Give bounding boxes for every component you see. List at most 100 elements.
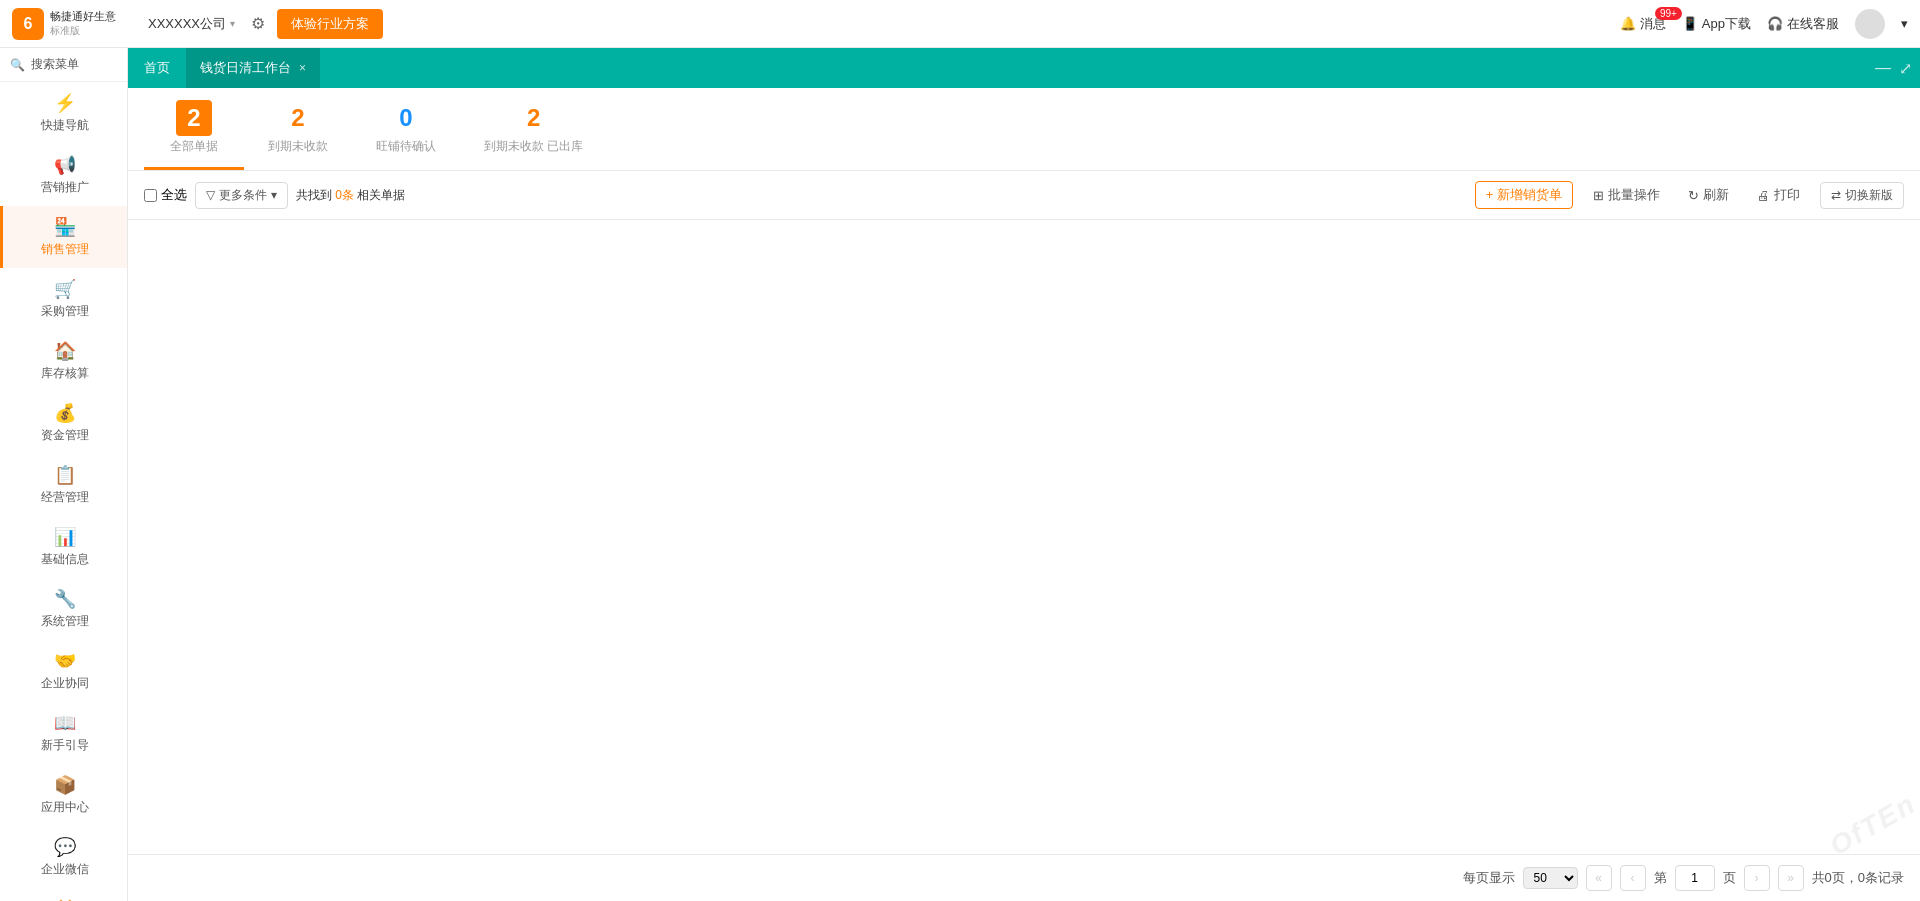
print-label: 打印 xyxy=(1774,186,1800,204)
refresh-button[interactable]: ↻ 刷新 xyxy=(1680,182,1737,208)
username[interactable]: ▾ xyxy=(1901,16,1908,31)
stat-tab-all[interactable]: 2 全部单据 xyxy=(144,88,244,170)
sidebar-item-operations[interactable]: 📋 经营管理 xyxy=(0,454,127,516)
stat-label-overdue: 到期未收款 xyxy=(268,138,328,155)
filter-button[interactable]: ▽ 更多条件 ▾ xyxy=(195,182,288,209)
select-all-checkbox[interactable]: 全选 xyxy=(144,186,187,204)
sidebar-label-basic-info: 基础信息 xyxy=(41,551,89,568)
app-download-label: App下载 xyxy=(1702,15,1751,33)
last-page-button[interactable]: » xyxy=(1778,865,1804,891)
chevron-down-icon: ▾ xyxy=(271,188,277,202)
stat-tab-overdue-shipped[interactable]: 2 到期未收款 已出库 xyxy=(460,88,607,170)
search-menu-label: 搜索菜单 xyxy=(31,56,79,73)
batch-operation-button[interactable]: ⊞ 批量操作 xyxy=(1585,182,1668,208)
page-number-input[interactable] xyxy=(1675,865,1715,891)
per-page-label: 每页显示 xyxy=(1463,869,1515,887)
search-icon: 🔍 xyxy=(10,58,25,72)
headset-icon: 🎧 xyxy=(1767,16,1783,31)
tab-current[interactable]: 钱货日清工作台 × xyxy=(186,48,320,88)
sidebar-label-finance: 资金管理 xyxy=(41,427,89,444)
cooperation-icon: 🤝 xyxy=(54,650,76,672)
sidebar-label-app-center: 应用中心 xyxy=(41,799,89,816)
prev-page-icon: ‹ xyxy=(1631,871,1635,885)
next-page-icon: › xyxy=(1755,871,1759,885)
sidebar-item-basic-info[interactable]: 📊 基础信息 xyxy=(0,516,127,578)
toolbar: 全选 ▽ 更多条件 ▾ 共找到 0条 相关单据 + 新增销货单 xyxy=(128,171,1920,220)
online-service-button[interactable]: 🎧 在线客服 xyxy=(1767,15,1839,33)
page-label: 第 xyxy=(1654,869,1667,887)
select-all-input[interactable] xyxy=(144,189,157,202)
stat-num-overdue: 2 xyxy=(280,100,316,136)
stat-num-overdue-shipped: 2 xyxy=(516,100,552,136)
sidebar-label-newbie: 新手引导 xyxy=(41,737,89,754)
tab-close-icon[interactable]: × xyxy=(299,61,306,75)
sidebar-label-corp-wechat: 企业微信 xyxy=(41,861,89,878)
sidebar-item-corp-wechat[interactable]: 💬 企业微信 xyxy=(0,826,127,888)
company-selector[interactable]: XXXXXX公司 ▾ xyxy=(148,15,239,33)
sidebar-label-operations: 经营管理 xyxy=(41,489,89,506)
stat-label-overdue-shipped: 到期未收款 已出库 xyxy=(484,138,583,155)
window-maximize-button[interactable]: ⤢ xyxy=(1899,59,1912,78)
tab-bar-actions: — ⤢ xyxy=(1875,59,1920,78)
app-download-button[interactable]: 📱 App下载 xyxy=(1682,15,1751,33)
corp-wechat-icon: 💬 xyxy=(54,836,76,858)
stat-label-all: 全部单据 xyxy=(170,138,218,155)
phone-icon: 📱 xyxy=(1682,16,1698,31)
message-badge: 99+ xyxy=(1655,7,1682,20)
sidebar-item-cooperation[interactable]: 🤝 企业协同 xyxy=(0,640,127,702)
sales-icon: 🏪 xyxy=(54,216,76,238)
header: 6 畅捷通好生意 标准版 XXXXXX公司 ▾ ⚙ 体验行业方案 🔔 消息 99… xyxy=(0,0,1920,48)
basic-info-icon: 📊 xyxy=(54,526,76,548)
add-sales-order-button[interactable]: + 新增销货单 xyxy=(1475,181,1573,209)
sidebar-item-inventory[interactable]: 🏠 库存核算 xyxy=(0,330,127,392)
sidebar: 🔍 搜索菜单 ⚡ 快捷导航 📢 营销推广 🏪 销售管理 🛒 采购管理 🏠 库存核… xyxy=(0,48,128,901)
table-area xyxy=(128,220,1920,854)
message-button[interactable]: 🔔 消息 99+ xyxy=(1620,15,1666,33)
sidebar-item-quick-nav[interactable]: ⚡ 快捷导航 xyxy=(0,82,127,144)
sidebar-item-app-center[interactable]: 📦 应用中心 xyxy=(0,764,127,826)
sidebar-item-sales[interactable]: 🏪 销售管理 xyxy=(0,206,127,268)
switch-version-button[interactable]: ⇄ 切换新版 xyxy=(1820,182,1904,209)
next-page-button[interactable]: › xyxy=(1744,865,1770,891)
pagination: 每页显示 50 100 200 « ‹ 第 页 › xyxy=(128,854,1920,901)
stat-label-wangpu: 旺铺待确认 xyxy=(376,138,436,155)
sidebar-item-marketing[interactable]: 📢 营销推广 xyxy=(0,144,127,206)
toolbar-left: 全选 ▽ 更多条件 ▾ 共找到 0条 相关单据 xyxy=(144,182,405,209)
first-page-button[interactable]: « xyxy=(1586,865,1612,891)
stat-num-all: 2 xyxy=(176,100,212,136)
found-count: 0条 xyxy=(335,188,354,202)
print-button[interactable]: 🖨 打印 xyxy=(1749,182,1808,208)
sidebar-item-system[interactable]: 🔧 系统管理 xyxy=(0,578,127,640)
settings-icon[interactable]: ⚙ xyxy=(251,14,265,33)
bell-icon: 🔔 xyxy=(1620,16,1636,31)
header-right: 🔔 消息 99+ 📱 App下载 🎧 在线客服 ▾ xyxy=(1620,9,1908,39)
logo-icon: 6 xyxy=(12,8,44,40)
toolbar-right: + 新增销货单 ⊞ 批量操作 ↻ 刷新 🖨 打印 ⇄ xyxy=(1475,181,1904,209)
app-name: 畅捷通好生意 xyxy=(50,9,116,23)
refresh-label: 刷新 xyxy=(1703,186,1729,204)
sidebar-search[interactable]: 🔍 搜索菜单 xyxy=(0,48,127,82)
batch-label: 批量操作 xyxy=(1608,186,1660,204)
filter-label: 更多条件 xyxy=(219,187,267,204)
sidebar-item-member[interactable]: 👑 畅会员 xyxy=(0,888,127,901)
trial-button[interactable]: 体验行业方案 xyxy=(277,9,383,39)
finance-icon: 💰 xyxy=(54,402,76,424)
per-page-select[interactable]: 50 100 200 xyxy=(1523,867,1578,889)
prev-page-button[interactable]: ‹ xyxy=(1620,865,1646,891)
app-center-icon: 📦 xyxy=(54,774,76,796)
app-version: 标准版 xyxy=(50,24,116,38)
company-name: XXXXXX公司 xyxy=(148,15,226,33)
select-all-label: 全选 xyxy=(161,186,187,204)
stat-tab-wangpu[interactable]: 0 旺铺待确认 xyxy=(352,88,460,170)
sidebar-label-cooperation: 企业协同 xyxy=(41,675,89,692)
tab-bar: 首页 钱货日清工作台 × — ⤢ xyxy=(128,48,1920,88)
tab-home[interactable]: 首页 xyxy=(128,48,186,88)
stat-tab-overdue[interactable]: 2 到期未收款 xyxy=(244,88,352,170)
sidebar-item-newbie[interactable]: 📖 新手引导 xyxy=(0,702,127,764)
sidebar-item-purchase[interactable]: 🛒 采购管理 xyxy=(0,268,127,330)
chevron-down-icon: ▾ xyxy=(230,18,235,29)
page-label-suffix: 页 xyxy=(1723,869,1736,887)
window-minimize-button[interactable]: — xyxy=(1875,59,1891,77)
sidebar-item-finance[interactable]: 💰 资金管理 xyxy=(0,392,127,454)
avatar[interactable] xyxy=(1855,9,1885,39)
